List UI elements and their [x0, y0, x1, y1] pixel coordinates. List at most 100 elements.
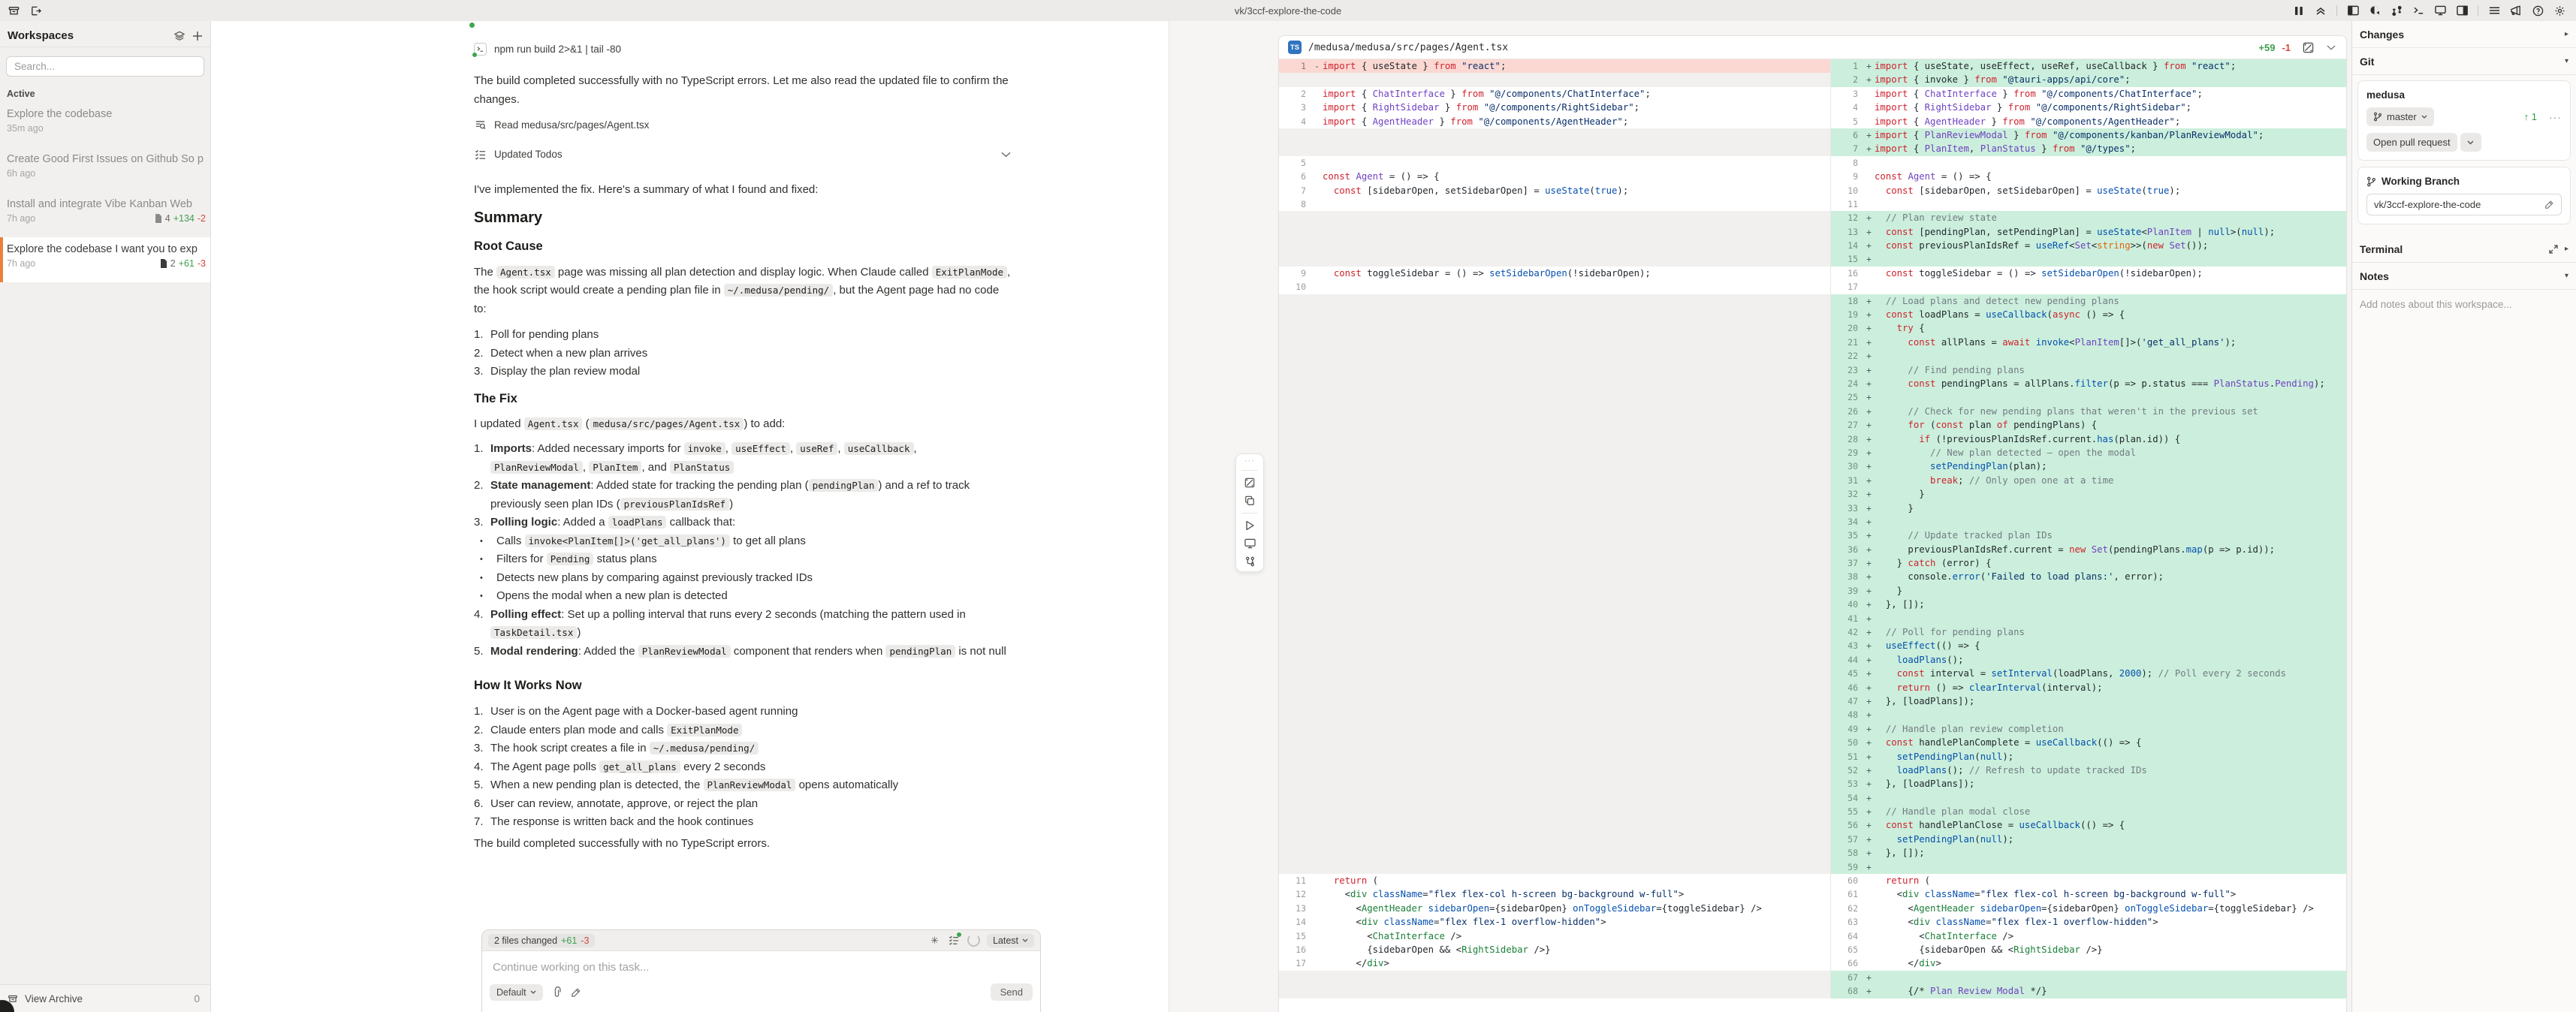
- workspace-item[interactable]: Explore the codebase I want you to exp7h…: [0, 237, 210, 282]
- diff-old-line: [1279, 846, 1831, 860]
- workspace-item[interactable]: Install and integrate Vibe Kanban Web7h …: [0, 192, 210, 237]
- diff-old-line: [1279, 653, 1831, 667]
- diff-old-line: [1279, 543, 1831, 556]
- commits-ahead-badge[interactable]: ↑ 1: [2524, 111, 2537, 122]
- diff-old-line: [1279, 515, 1831, 529]
- panel-right-icon[interactable]: [2456, 5, 2468, 17]
- updated-todos-chip[interactable]: Updated Todos: [474, 148, 1011, 161]
- version-dropdown[interactable]: Latest: [987, 934, 1034, 947]
- diff-new-line: 21+ const allPlans = await invoke<PlanIt…: [1831, 336, 2346, 349]
- diff-view-icon[interactable]: [1244, 477, 1256, 489]
- working-branch-field[interactable]: vk/3ccf-explore-the-code: [2366, 194, 2562, 215]
- diff-row: 54+: [1279, 791, 2346, 805]
- diff-rows[interactable]: 1-import { useState } from "react";1+imp…: [1279, 59, 2346, 1012]
- display-icon[interactable]: [2434, 5, 2446, 17]
- read-file-chip[interactable]: Read medusa/src/pages/Agent.tsx: [474, 119, 1011, 131]
- chevron-down-icon[interactable]: [1001, 152, 1011, 158]
- read-file-label: Read medusa/src/pages/Agent.tsx: [494, 119, 649, 131]
- diff-row: 43+ useEffect(() => {: [1279, 639, 2346, 652]
- branch-dropdown[interactable]: master: [2366, 107, 2434, 126]
- monitor-icon[interactable]: [1244, 538, 1256, 550]
- diff-old-line: [1279, 459, 1831, 473]
- notes-section-header[interactable]: Notes ▾: [2352, 263, 2576, 290]
- run-play-icon[interactable]: [1244, 520, 1256, 532]
- menu-icon[interactable]: [2488, 5, 2500, 17]
- help-icon[interactable]: [2532, 5, 2544, 17]
- layers-icon[interactable]: [174, 31, 185, 41]
- diff-old-line: [1279, 805, 1831, 818]
- diff-row: 23+ // Find pending plans: [1279, 363, 2346, 377]
- megaphone-icon[interactable]: [2510, 5, 2522, 17]
- diff-row: 11 return (60 return (: [1279, 874, 2346, 887]
- inline-code: PlanReviewModal: [490, 461, 583, 474]
- pause-icon[interactable]: [2293, 5, 2305, 17]
- search-input[interactable]: [13, 60, 198, 73]
- diff-row: 7+import { PlanItem, PlanStatus } from "…: [1279, 142, 2346, 155]
- diff-row: 13+ const [pendingPlan, setPendingPlan] …: [1279, 225, 2346, 239]
- read-file-icon: [474, 119, 487, 131]
- add-workspace-icon[interactable]: [192, 31, 203, 41]
- panel-left-icon[interactable]: [2347, 5, 2359, 17]
- terminal-command-chip[interactable]: npm run build 2>&1 | tail -80: [474, 43, 1011, 56]
- terminal-section-header[interactable]: Terminal ▸: [2352, 236, 2576, 263]
- inline-code: pendingPlan: [809, 479, 879, 492]
- chevrons-up-icon[interactable]: [2315, 5, 2327, 17]
- files-changed-chip[interactable]: 2 files changed +61 -3: [488, 934, 595, 947]
- drag-handle[interactable]: ···: [1244, 458, 1255, 464]
- pen-icon[interactable]: [571, 987, 581, 998]
- notes-placeholder[interactable]: Add notes about this workspace...: [2352, 290, 2576, 319]
- assistant-paragraph: The build completed successfully with no…: [474, 72, 1011, 109]
- theme-icon[interactable]: [2369, 5, 2381, 17]
- diff-old-line: [1279, 390, 1831, 404]
- diff-row: 38+ console.error('Failed to load plans:…: [1279, 570, 2346, 583]
- diff-new-line: 47+ }, [loadPlans]);: [1831, 694, 2346, 708]
- fix-intro-paragraph: I updated Agent.tsx (medusa/src/pages/Ag…: [474, 415, 1011, 434]
- open-pull-request-button[interactable]: Open pull request: [2366, 133, 2457, 152]
- view-archive-button[interactable]: View Archive 0: [0, 984, 210, 1012]
- diff-row: 9 const toggleSidebar = () => setSidebar…: [1279, 267, 2346, 280]
- expand-terminal-icon[interactable]: [2549, 245, 2558, 254]
- inline-code: Agent.tsx: [524, 417, 583, 430]
- success-dot: [472, 53, 477, 57]
- changes-section-header[interactable]: Changes ▸: [2352, 21, 2576, 48]
- git-compare-icon[interactable]: [2390, 5, 2403, 17]
- diff-new-line: 36+ previousPlanIdsRef.current = new Set…: [1831, 543, 2346, 556]
- copy-icon[interactable]: [1244, 495, 1256, 507]
- diff-new-line: 2+import { invoke } from "@tauri-apps/ap…: [1831, 73, 2346, 86]
- message-input[interactable]: [491, 960, 1034, 974]
- diff-old-line: [1279, 667, 1831, 680]
- diff-old-line: [1279, 625, 1831, 639]
- mode-dropdown[interactable]: Default: [490, 984, 543, 1001]
- workspace-search[interactable]: [6, 56, 204, 77]
- send-button[interactable]: Send: [991, 983, 1033, 1001]
- terminal-icon[interactable]: [2412, 5, 2424, 17]
- workspace-item[interactable]: Explore the codebase35m ago: [0, 102, 210, 147]
- right-side-panel: Changes ▸ Git ▾ medusa master ↑ 1 ···: [2351, 21, 2576, 1012]
- settings-gear-icon[interactable]: [2553, 5, 2565, 17]
- diff-old-line: [1279, 708, 1831, 721]
- diff-row: 33+ }: [1279, 501, 2346, 515]
- diff-new-line: 42+ // Poll for pending plans: [1831, 625, 2346, 639]
- diff-new-line: 52+ loadPlans(); // Refresh to update tr…: [1831, 764, 2346, 777]
- pr-options-dropdown[interactable]: [2460, 133, 2481, 152]
- git-section-header[interactable]: Git ▾: [2352, 48, 2576, 75]
- todo-list-icon[interactable]: [948, 934, 961, 947]
- workspaces-sidebar: Workspaces Active Explore the codebase35…: [0, 21, 211, 1012]
- diff-new-line: 35+ // Update tracked plan IDs: [1831, 529, 2346, 542]
- diff-row: 68+ {/* Plan Review Modal */}: [1279, 984, 2346, 998]
- more-options-icon[interactable]: ···: [2549, 111, 2562, 123]
- workspace-item[interactable]: Create Good First Issues on Github So p6…: [0, 147, 210, 192]
- diff-old-line: 12 <div className="flex flex-col h-scree…: [1279, 887, 1831, 901]
- diff-view-mode-icon[interactable]: [2302, 41, 2314, 53]
- git-branch-icon[interactable]: [1244, 556, 1256, 568]
- attachment-icon[interactable]: [552, 986, 562, 998]
- diff-new-line: 43+ useEffect(() => {: [1831, 639, 2346, 652]
- spark-icon[interactable]: ✳: [928, 934, 941, 947]
- diff-old-line: [1279, 529, 1831, 542]
- collapse-diff-icon[interactable]: [2325, 41, 2337, 53]
- bullet-item: •Detects new plans by comparing against …: [474, 569, 1011, 588]
- diff-row: 19+ const loadPlans = useCallback(async …: [1279, 308, 2346, 321]
- diff-file-header[interactable]: TS /medusa/medusa/src/pages/Agent.tsx +5…: [1279, 36, 2346, 59]
- git-section-content: medusa master ↑ 1 ··· Open pull request: [2352, 75, 2576, 236]
- diff-old-line: [1279, 818, 1831, 832]
